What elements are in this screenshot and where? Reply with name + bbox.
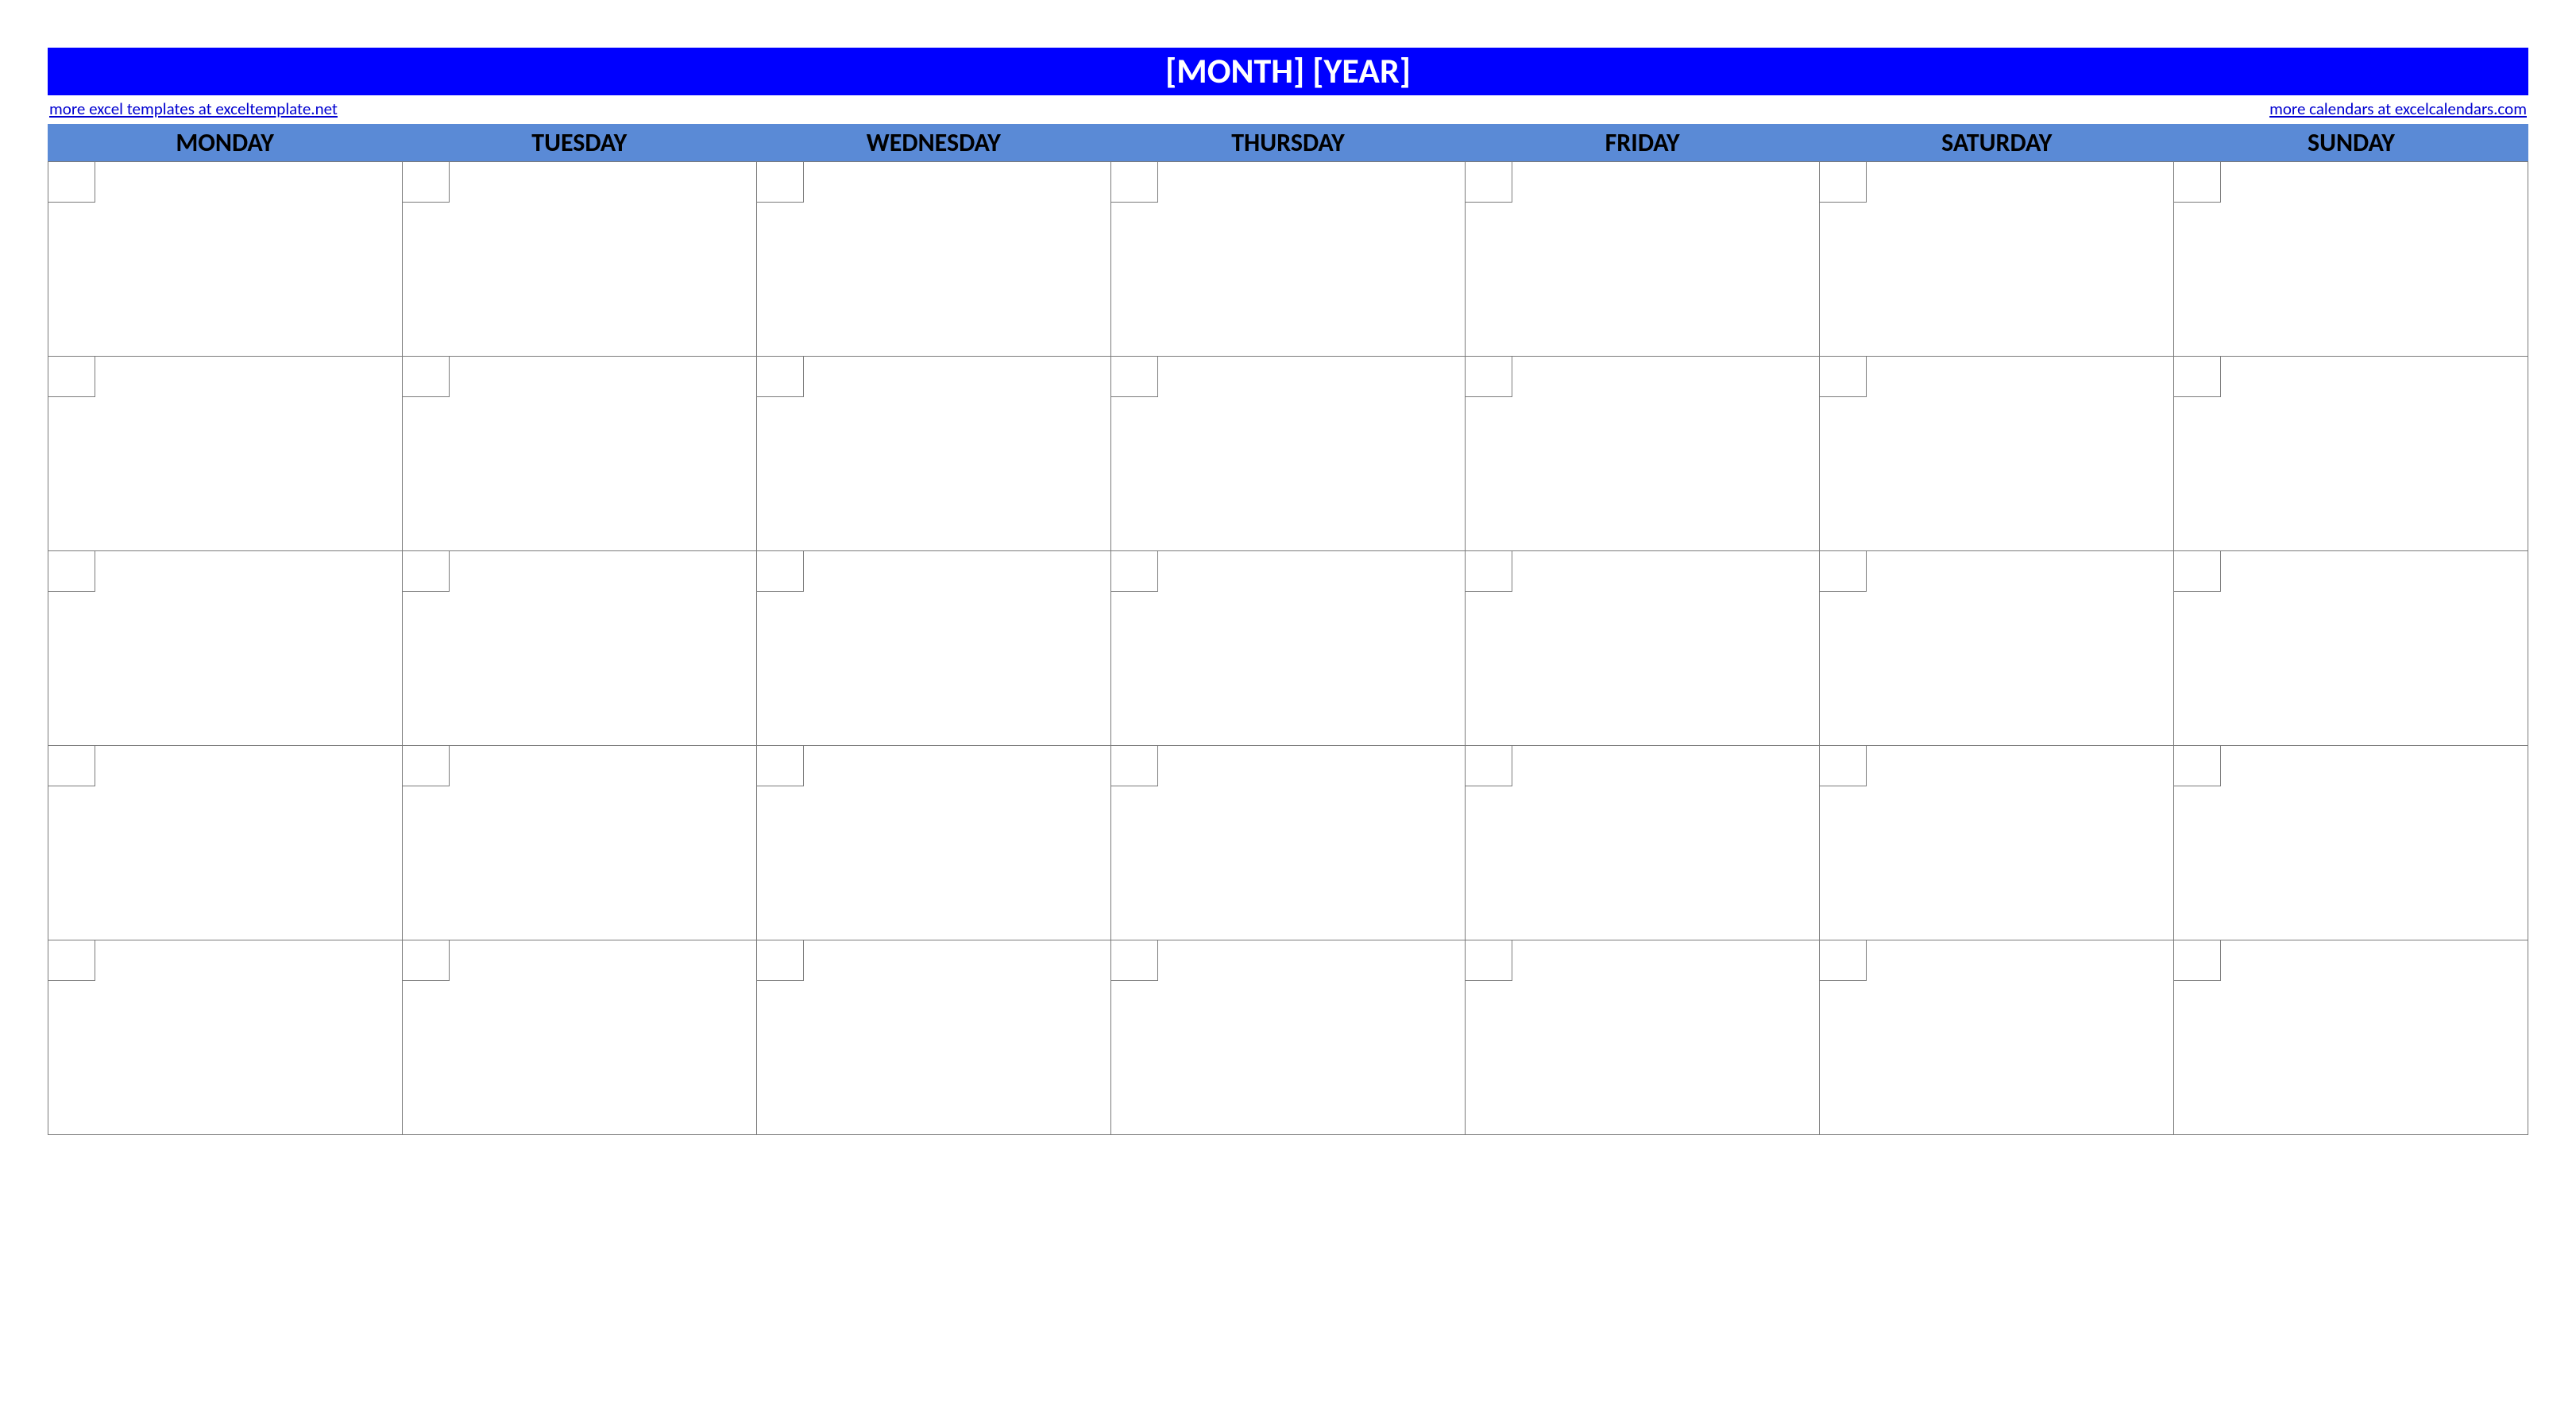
calendar-cell[interactable]: [48, 550, 403, 746]
calendar-cell[interactable]: [2173, 940, 2528, 1135]
calendar-cell[interactable]: [1110, 356, 1466, 551]
calendar-cell[interactable]: [1110, 940, 1466, 1135]
calendar-cell[interactable]: [402, 356, 757, 551]
date-number-box[interactable]: [1819, 745, 1867, 786]
calendar-cell[interactable]: [1110, 161, 1466, 357]
calendar-cell[interactable]: [1465, 161, 1820, 357]
calendar-cell[interactable]: [1465, 940, 1820, 1135]
calendar-grid: [48, 161, 2528, 1134]
date-number-box[interactable]: [402, 161, 450, 203]
calendar-cell[interactable]: [48, 745, 403, 940]
calendar-template: [MONTH] [YEAR] more excel templates at e…: [48, 48, 2528, 1134]
calendar-cell[interactable]: [756, 356, 1111, 551]
calendar-cell[interactable]: [48, 161, 403, 357]
calendar-cell[interactable]: [1465, 745, 1820, 940]
calendar-cell[interactable]: [2173, 550, 2528, 746]
date-number-box[interactable]: [48, 550, 95, 592]
header-thursday: THURSDAY: [1110, 124, 1465, 161]
date-number-box[interactable]: [402, 940, 450, 981]
calendar-cell[interactable]: [756, 940, 1111, 1135]
links-row: more excel templates at exceltemplate.ne…: [48, 95, 2528, 124]
date-number-box[interactable]: [402, 356, 450, 397]
date-number-box[interactable]: [1110, 161, 1158, 203]
header-wednesday: WEDNESDAY: [756, 124, 1110, 161]
title-text: [MONTH] [YEAR]: [1165, 49, 1411, 92]
date-number-box[interactable]: [756, 161, 804, 203]
calendar-cell[interactable]: [756, 161, 1111, 357]
date-number-box[interactable]: [2173, 745, 2221, 786]
calendar-cell[interactable]: [402, 940, 757, 1135]
date-number-box[interactable]: [2173, 940, 2221, 981]
date-number-box[interactable]: [402, 745, 450, 786]
header-monday: MONDAY: [48, 124, 402, 161]
date-number-box[interactable]: [1819, 550, 1867, 592]
title-bar: [MONTH] [YEAR]: [48, 48, 2528, 95]
calendar-cell[interactable]: [1819, 356, 2174, 551]
date-number-box[interactable]: [48, 356, 95, 397]
date-number-box[interactable]: [1465, 161, 1512, 203]
weekday-header-row: MONDAY TUESDAY WEDNESDAY THURSDAY FRIDAY…: [48, 124, 2528, 161]
calendar-cell[interactable]: [48, 940, 403, 1135]
date-number-box[interactable]: [756, 940, 804, 981]
date-number-box[interactable]: [756, 550, 804, 592]
calendar-cell[interactable]: [1110, 745, 1466, 940]
calendar-cell[interactable]: [402, 745, 757, 940]
link-calendars[interactable]: more calendars at excelcalendars.com: [2269, 98, 2527, 119]
calendar-cell[interactable]: [1819, 745, 2174, 940]
date-number-box[interactable]: [48, 940, 95, 981]
date-number-box[interactable]: [2173, 161, 2221, 203]
header-sunday: SUNDAY: [2174, 124, 2528, 161]
calendar-cell[interactable]: [402, 161, 757, 357]
header-friday: FRIDAY: [1466, 124, 1820, 161]
date-number-box[interactable]: [756, 356, 804, 397]
calendar-cell[interactable]: [1819, 161, 2174, 357]
calendar-cell[interactable]: [1110, 550, 1466, 746]
date-number-box[interactable]: [1465, 940, 1512, 981]
date-number-box[interactable]: [48, 745, 95, 786]
date-number-box[interactable]: [756, 745, 804, 786]
date-number-box[interactable]: [1819, 161, 1867, 203]
header-tuesday: TUESDAY: [402, 124, 756, 161]
date-number-box[interactable]: [1819, 356, 1867, 397]
calendar-cell[interactable]: [48, 356, 403, 551]
calendar-cell[interactable]: [2173, 745, 2528, 940]
calendar-cell[interactable]: [1465, 356, 1820, 551]
calendar-cell[interactable]: [1819, 940, 2174, 1135]
date-number-box[interactable]: [1465, 356, 1512, 397]
calendar-cell[interactable]: [756, 550, 1111, 746]
date-number-box[interactable]: [2173, 356, 2221, 397]
header-saturday: SATURDAY: [1820, 124, 2174, 161]
calendar-cell[interactable]: [402, 550, 757, 746]
date-number-box[interactable]: [1110, 356, 1158, 397]
link-templates[interactable]: more excel templates at exceltemplate.ne…: [49, 98, 338, 119]
date-number-box[interactable]: [1465, 550, 1512, 592]
calendar-cell[interactable]: [2173, 161, 2528, 357]
date-number-box[interactable]: [48, 161, 95, 203]
calendar-cell[interactable]: [1465, 550, 1820, 746]
date-number-box[interactable]: [1110, 940, 1158, 981]
calendar-cell[interactable]: [2173, 356, 2528, 551]
calendar-cell[interactable]: [756, 745, 1111, 940]
date-number-box[interactable]: [1110, 745, 1158, 786]
date-number-box[interactable]: [1819, 940, 1867, 981]
calendar-cell[interactable]: [1819, 550, 2174, 746]
date-number-box[interactable]: [2173, 550, 2221, 592]
date-number-box[interactable]: [402, 550, 450, 592]
date-number-box[interactable]: [1465, 745, 1512, 786]
date-number-box[interactable]: [1110, 550, 1158, 592]
